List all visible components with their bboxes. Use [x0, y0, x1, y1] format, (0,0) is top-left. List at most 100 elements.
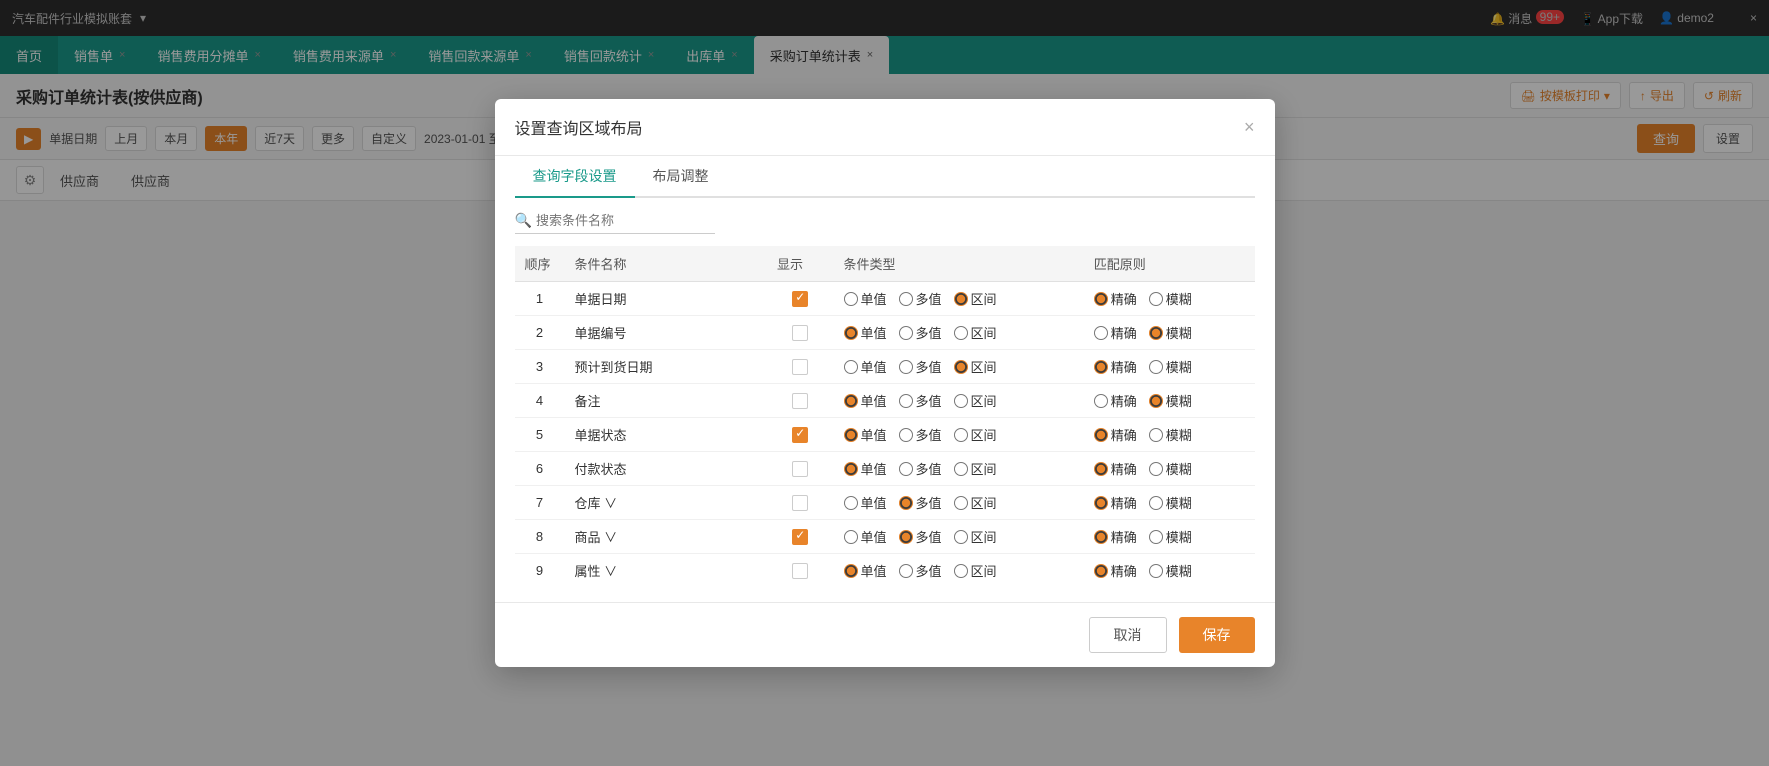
match-option-精确[interactable]: 精确 — [1094, 459, 1137, 478]
display-checkbox[interactable] — [792, 393, 808, 409]
type-option-多值[interactable]: 多值 — [899, 493, 942, 512]
type-option-多值[interactable]: 多值 — [899, 323, 942, 342]
cell-display[interactable] — [767, 282, 834, 316]
type-option-区间[interactable]: 区间 — [954, 493, 997, 512]
display-checkbox[interactable] — [792, 529, 808, 545]
match-option-模糊[interactable]: 模糊 — [1149, 357, 1192, 376]
table-row: 3预计到货日期单值多值区间精确模糊 — [515, 350, 1255, 384]
type-option-单值[interactable]: 单值 — [844, 425, 887, 444]
match-option-精确[interactable]: 精确 — [1094, 527, 1137, 546]
match-option-模糊[interactable]: 模糊 — [1149, 425, 1192, 444]
cell-name: 属性 ∨ — [565, 554, 767, 587]
dialog-title: 设置查询区域布局 — [515, 115, 643, 139]
type-option-区间[interactable]: 区间 — [954, 425, 997, 444]
match-option-模糊[interactable]: 模糊 — [1149, 527, 1192, 546]
cell-match[interactable]: 精确模糊 — [1084, 486, 1255, 520]
cell-match[interactable]: 精确模糊 — [1084, 452, 1255, 486]
cell-match[interactable]: 精确模糊 — [1084, 316, 1255, 350]
type-option-区间[interactable]: 区间 — [954, 323, 997, 342]
cell-type[interactable]: 单值多值区间 — [834, 350, 1084, 384]
type-option-多值[interactable]: 多值 — [899, 391, 942, 410]
col-match: 匹配原则 — [1084, 246, 1255, 282]
cell-name: 付款状态 — [565, 452, 767, 486]
tab-layout-adjust[interactable]: 布局调整 — [635, 156, 727, 198]
cell-match[interactable]: 精确模糊 — [1084, 350, 1255, 384]
cell-order: 7 — [515, 486, 565, 520]
type-option-单值[interactable]: 单值 — [844, 391, 887, 410]
match-option-模糊[interactable]: 模糊 — [1149, 391, 1192, 410]
type-option-区间[interactable]: 区间 — [954, 289, 997, 308]
cell-display[interactable] — [767, 384, 834, 418]
match-option-精确[interactable]: 精确 — [1094, 493, 1137, 512]
display-checkbox[interactable] — [792, 291, 808, 307]
display-checkbox[interactable] — [792, 325, 808, 341]
match-option-精确[interactable]: 精确 — [1094, 391, 1137, 410]
dialog-close-btn[interactable]: × — [1244, 118, 1255, 136]
type-option-多值[interactable]: 多值 — [899, 459, 942, 478]
col-order: 顺序 — [515, 246, 565, 282]
cell-type[interactable]: 单值多值区间 — [834, 418, 1084, 452]
type-option-多值[interactable]: 多值 — [899, 289, 942, 308]
type-option-单值[interactable]: 单值 — [844, 527, 887, 546]
match-option-精确[interactable]: 精确 — [1094, 425, 1137, 444]
display-checkbox[interactable] — [792, 461, 808, 477]
tab-query-fields[interactable]: 查询字段设置 — [515, 156, 635, 198]
match-option-精确[interactable]: 精确 — [1094, 289, 1137, 308]
table-row: 1单据日期单值多值区间精确模糊 — [515, 282, 1255, 316]
display-checkbox[interactable] — [792, 563, 808, 579]
match-option-模糊[interactable]: 模糊 — [1149, 561, 1192, 580]
type-option-单值[interactable]: 单值 — [844, 561, 887, 580]
match-option-模糊[interactable]: 模糊 — [1149, 289, 1192, 308]
cell-type[interactable]: 单值多值区间 — [834, 486, 1084, 520]
cell-match[interactable]: 精确模糊 — [1084, 418, 1255, 452]
type-option-多值[interactable]: 多值 — [899, 527, 942, 546]
type-option-区间[interactable]: 区间 — [954, 527, 997, 546]
cell-display[interactable] — [767, 520, 834, 554]
cell-type[interactable]: 单值多值区间 — [834, 520, 1084, 554]
type-option-多值[interactable]: 多值 — [899, 561, 942, 580]
cell-match[interactable]: 精确模糊 — [1084, 384, 1255, 418]
match-option-模糊[interactable]: 模糊 — [1149, 459, 1192, 478]
cell-display[interactable] — [767, 486, 834, 520]
cell-type[interactable]: 单值多值区间 — [834, 282, 1084, 316]
save-btn[interactable]: 保存 — [1179, 617, 1255, 653]
type-option-单值[interactable]: 单值 — [844, 357, 887, 376]
type-option-多值[interactable]: 多值 — [899, 357, 942, 376]
search-input[interactable] — [536, 213, 715, 228]
cell-match[interactable]: 精确模糊 — [1084, 554, 1255, 587]
cell-type[interactable]: 单值多值区间 — [834, 316, 1084, 350]
match-option-精确[interactable]: 精确 — [1094, 561, 1137, 580]
cell-display[interactable] — [767, 554, 834, 587]
type-option-区间[interactable]: 区间 — [954, 459, 997, 478]
match-option-精确[interactable]: 精确 — [1094, 323, 1137, 342]
cell-match[interactable]: 精确模糊 — [1084, 520, 1255, 554]
cell-display[interactable] — [767, 350, 834, 384]
cancel-btn[interactable]: 取消 — [1089, 617, 1167, 653]
cell-type[interactable]: 单值多值区间 — [834, 452, 1084, 486]
type-option-单值[interactable]: 单值 — [844, 493, 887, 512]
cell-display[interactable] — [767, 418, 834, 452]
table-row: 6付款状态单值多值区间精确模糊 — [515, 452, 1255, 486]
display-checkbox[interactable] — [792, 359, 808, 375]
cell-type[interactable]: 单值多值区间 — [834, 384, 1084, 418]
cell-display[interactable] — [767, 452, 834, 486]
table-row: 8商品 ∨单值多值区间精确模糊 — [515, 520, 1255, 554]
type-option-多值[interactable]: 多值 — [899, 425, 942, 444]
col-name: 条件名称 — [565, 246, 767, 282]
type-option-区间[interactable]: 区间 — [954, 561, 997, 580]
cell-display[interactable] — [767, 316, 834, 350]
type-option-单值[interactable]: 单值 — [844, 323, 887, 342]
match-option-模糊[interactable]: 模糊 — [1149, 323, 1192, 342]
type-option-单值[interactable]: 单值 — [844, 459, 887, 478]
type-option-区间[interactable]: 区间 — [954, 391, 997, 410]
cell-type[interactable]: 单值多值区间 — [834, 554, 1084, 587]
modal-overlay: 设置查询区域布局 × 查询字段设置 布局调整 🔍 顺序 — [0, 0, 1769, 766]
display-checkbox[interactable] — [792, 427, 808, 443]
match-option-模糊[interactable]: 模糊 — [1149, 493, 1192, 512]
type-option-单值[interactable]: 单值 — [844, 289, 887, 308]
display-checkbox[interactable] — [792, 495, 808, 511]
match-option-精确[interactable]: 精确 — [1094, 357, 1137, 376]
type-option-区间[interactable]: 区间 — [954, 357, 997, 376]
cell-match[interactable]: 精确模糊 — [1084, 282, 1255, 316]
cell-name: 商品 ∨ — [565, 520, 767, 554]
